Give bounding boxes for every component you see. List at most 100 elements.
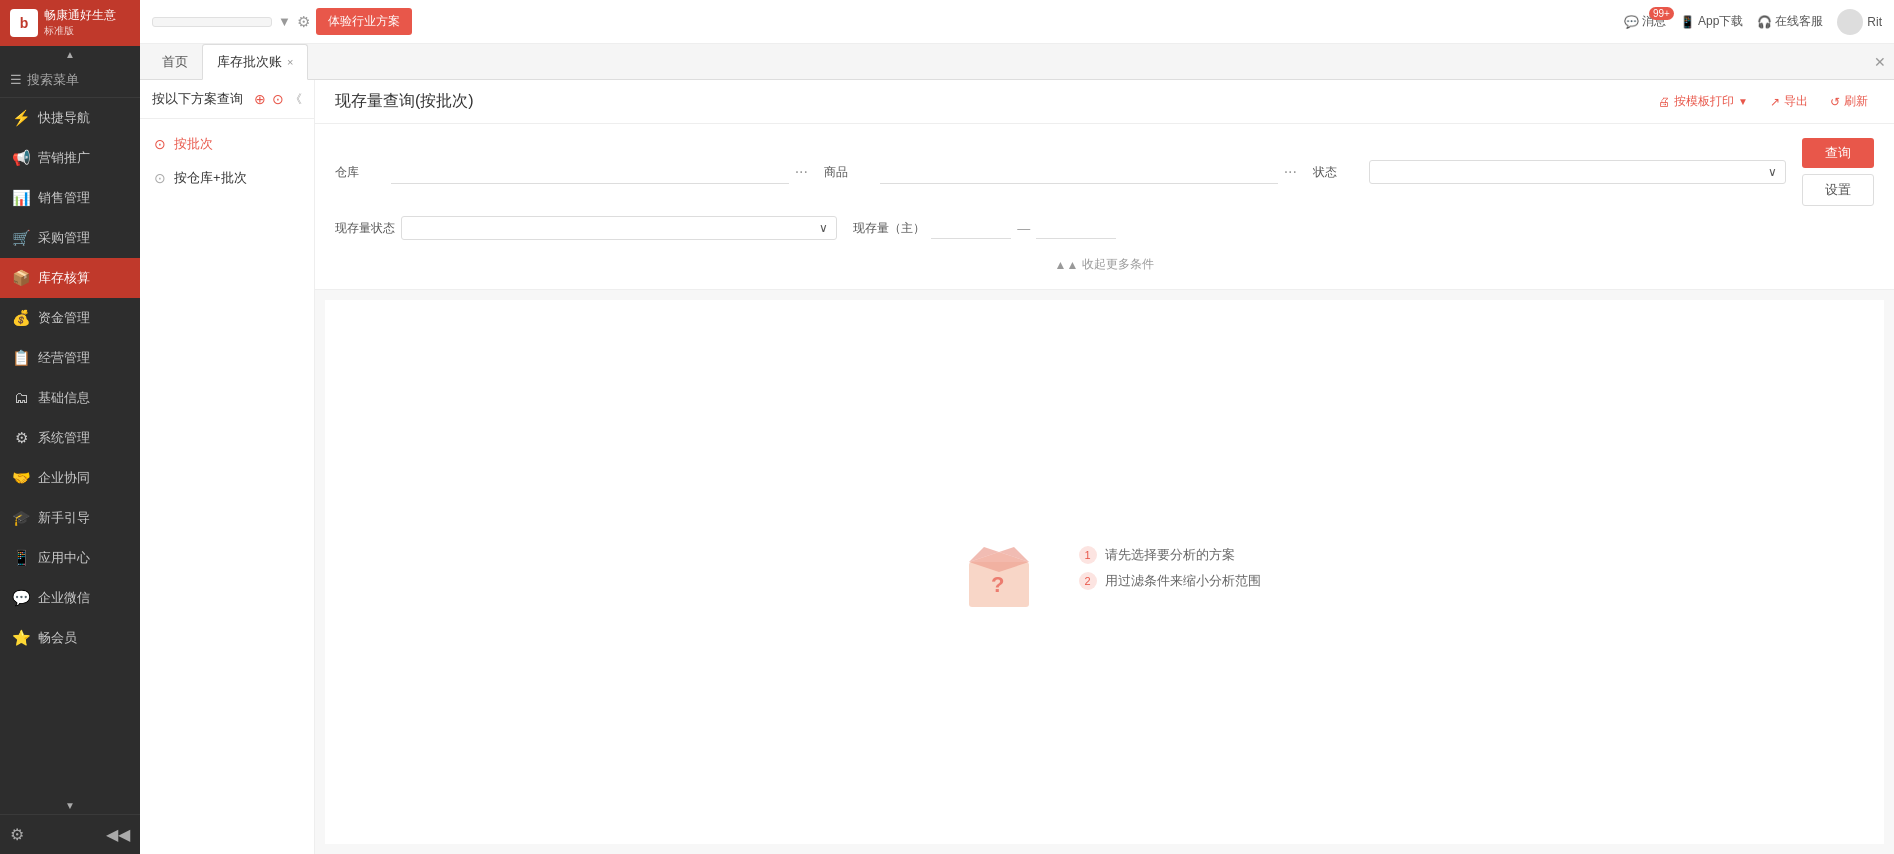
sidebar-item-sales[interactable]: 📊 销售管理 — [0, 178, 140, 218]
product-picker-btn[interactable]: ··· — [1284, 163, 1297, 181]
app-name: 畅康通好生意 — [44, 8, 116, 24]
scheme-active-icon: ⊙ — [154, 136, 166, 152]
product-input[interactable] — [880, 161, 1278, 184]
refresh-btn[interactable]: ↺ 刷新 — [1824, 90, 1874, 113]
collapse-icon: ▲▲ — [1055, 258, 1079, 272]
collapse-more-conditions-btn[interactable]: ▲▲ 收起更多条件 — [335, 250, 1874, 279]
filter-schemes-header: 按以下方案查询 ⊕ ⊙ 《 — [140, 80, 314, 119]
export-btn[interactable]: ↗ 导出 — [1764, 90, 1814, 113]
stock-qty-filter-group: 现存量（主） — — [853, 218, 1355, 239]
empty-state: ? 1 请先选择要分析的方案 2 用过滤条件来缩小分析范围 — [325, 300, 1884, 844]
warehouse-input[interactable] — [391, 161, 789, 184]
topbar-dropdown-icon[interactable]: ▼ — [278, 14, 291, 29]
message-icon: 💬 — [1624, 15, 1639, 29]
scheme-inactive-icon: ⊙ — [154, 170, 166, 186]
sidebar-item-label: 库存核算 — [38, 269, 90, 287]
tabs-bar: 首页 库存批次账 × ✕ — [140, 44, 1894, 80]
sidebar-item-label: 经营管理 — [38, 349, 90, 367]
step-1-text: 请先选择要分析的方案 — [1105, 546, 1235, 564]
sidebar-item-system[interactable]: ⚙ 系统管理 — [0, 418, 140, 458]
sidebar-item-basic[interactable]: 🗂 基础信息 — [0, 378, 140, 418]
sidebar-item-label: 采购管理 — [38, 229, 90, 247]
user-menu[interactable]: Rit — [1837, 9, 1882, 35]
operations-icon: 📋 — [12, 349, 30, 367]
sidebar-item-operations[interactable]: 📋 经营管理 — [0, 338, 140, 378]
sidebar-item-newbie[interactable]: 🎓 新手引导 — [0, 498, 140, 538]
content-area: 按以下方案查询 ⊕ ⊙ 《 ⊙ 按批次 ⊙ 按仓库+批次 — [140, 80, 1894, 854]
export-icon: ↗ — [1770, 95, 1780, 109]
empty-step-2: 2 用过滤条件来缩小分析范围 — [1079, 572, 1261, 590]
app-download-btn[interactable]: 📱 App下载 — [1680, 13, 1743, 30]
chevron-down-icon: ∨ — [819, 221, 828, 235]
filter-scheme-item-batch[interactable]: ⊙ 按批次 — [140, 127, 314, 161]
online-service-label: 在线客服 — [1775, 13, 1823, 30]
sidebar-item-marketing[interactable]: 📢 营销推广 — [0, 138, 140, 178]
query-btn[interactable]: 查询 — [1802, 138, 1874, 168]
experience-btn[interactable]: 体验行业方案 — [316, 8, 412, 35]
phone-icon: 📱 — [1680, 15, 1695, 29]
sidebar-item-label: 销售管理 — [38, 189, 90, 207]
scheme-settings-btn[interactable]: ⊙ — [272, 91, 284, 107]
sidebar-item-label: 快捷导航 — [38, 109, 90, 127]
warehouse-label: 仓库 — [335, 164, 385, 181]
topbar-search-input[interactable] — [152, 17, 272, 27]
empty-illustration: ? — [949, 522, 1049, 622]
product-label: 商品 — [824, 164, 874, 181]
print-template-btn[interactable]: 🖨 按模板打印 ▼ — [1652, 90, 1754, 113]
sidebar-header: b 畅康通好生意 标准版 — [0, 0, 140, 46]
messages-btn[interactable]: 💬 消息 99+ — [1624, 13, 1666, 30]
svg-text:?: ? — [991, 572, 1004, 597]
warehouse-picker-btn[interactable]: ··· — [795, 163, 808, 181]
sidebar-item-apps[interactable]: 📱 应用中心 — [0, 538, 140, 578]
newbie-icon: 🎓 — [12, 509, 30, 527]
tab-home-label: 首页 — [162, 53, 188, 71]
setting-btn[interactable]: 设置 — [1802, 174, 1874, 206]
sidebar-scroll-up[interactable]: ▲ — [0, 46, 140, 63]
status-label: 状态 — [1313, 164, 1363, 181]
sidebar-item-quick-nav[interactable]: ⚡ 快捷导航 — [0, 98, 140, 138]
print-dropdown-icon[interactable]: ▼ — [1738, 96, 1748, 107]
inventory-icon: 📦 — [12, 269, 30, 287]
enterprise-icon: 🤝 — [12, 469, 30, 487]
collapse-panel-btn[interactable]: 《 — [290, 91, 302, 108]
status-select[interactable]: ∨ — [1369, 160, 1786, 184]
sidebar-search[interactable]: ☰ 搜索菜单 — [0, 63, 140, 98]
filter-scheme-label: 按仓库+批次 — [174, 169, 247, 187]
tab-inventory-batch[interactable]: 库存批次账 × — [202, 44, 308, 80]
online-service-btn[interactable]: 🎧 在线客服 — [1757, 13, 1823, 30]
system-icon: ⚙ — [12, 429, 30, 447]
filter-schemes-title: 按以下方案查询 — [152, 90, 243, 108]
sidebar-item-label: 企业微信 — [38, 589, 90, 607]
stock-status-select[interactable]: ∨ — [401, 216, 837, 240]
avatar — [1837, 9, 1863, 35]
app-version: 标准版 — [44, 24, 116, 38]
sidebar-item-label: 新手引导 — [38, 509, 90, 527]
service-icon: 🎧 — [1757, 15, 1772, 29]
collapse-sidebar-icon[interactable]: ◀◀ — [106, 825, 130, 844]
step-1-number: 1 — [1079, 546, 1097, 564]
filter-schemes-panel: 按以下方案查询 ⊕ ⊙ 《 ⊙ 按批次 ⊙ 按仓库+批次 — [140, 80, 315, 854]
sidebar-item-label: 资金管理 — [38, 309, 90, 327]
sidebar-item-finance[interactable]: 💰 资金管理 — [0, 298, 140, 338]
topbar-gear-icon[interactable]: ⚙ — [297, 13, 310, 31]
sidebar-item-inventory[interactable]: 📦 库存核算 — [0, 258, 140, 298]
tab-home[interactable]: 首页 — [148, 45, 202, 79]
stock-qty-min-input[interactable] — [931, 218, 1011, 239]
username: Rit — [1867, 15, 1882, 29]
sidebar-item-member[interactable]: ⭐ 畅会员 — [0, 618, 140, 658]
add-scheme-btn[interactable]: ⊕ — [254, 91, 266, 107]
collapse-label: 收起更多条件 — [1082, 256, 1154, 273]
filter-scheme-item-warehouse-batch[interactable]: ⊙ 按仓库+批次 — [140, 161, 314, 195]
sidebar-scroll-down[interactable]: ▼ — [0, 797, 140, 814]
query-buttons: 查询 设置 — [1802, 138, 1874, 206]
close-all-tabs-btn[interactable]: ✕ — [1874, 54, 1886, 70]
sidebar-item-enterprise[interactable]: 🤝 企业协同 — [0, 458, 140, 498]
sidebar-item-wechat[interactable]: 💬 企业微信 — [0, 578, 140, 618]
tab-close-icon[interactable]: × — [287, 56, 293, 68]
empty-steps: 1 请先选择要分析的方案 2 用过滤条件来缩小分析范围 — [1079, 546, 1261, 598]
step-2-number: 2 — [1079, 572, 1097, 590]
stock-qty-max-input[interactable] — [1036, 218, 1116, 239]
settings-icon[interactable]: ⚙ — [10, 825, 24, 844]
sidebar-item-purchase[interactable]: 🛒 采购管理 — [0, 218, 140, 258]
sidebar-footer: ⚙ ◀◀ — [0, 814, 140, 854]
